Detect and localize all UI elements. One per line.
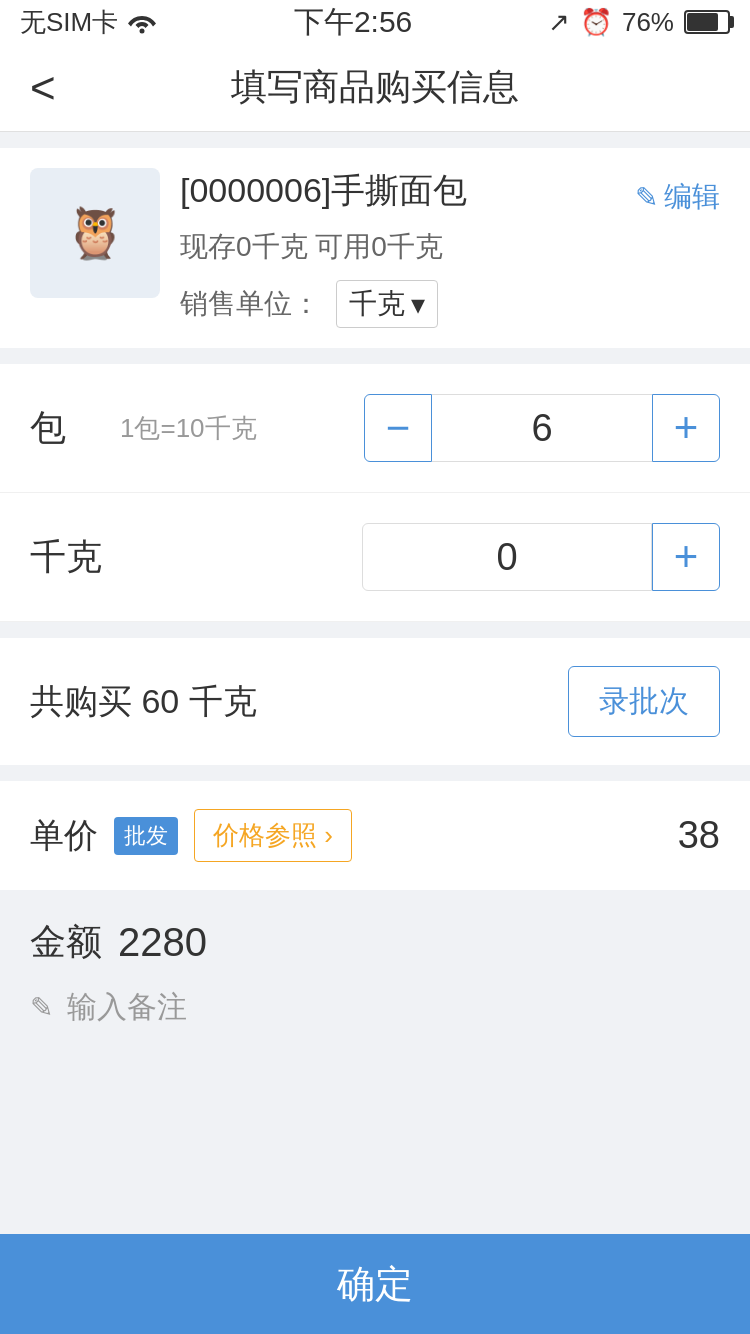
page-title: 填写商品购买信息 — [231, 63, 519, 112]
price-ref-button[interactable]: 价格参照 › — [194, 809, 352, 862]
carrier-text: 无SIM卡 — [20, 5, 118, 40]
summary-text: 共购买 60 千克 — [30, 679, 257, 725]
price-label: 单价 批发 价格参照 › — [30, 809, 352, 862]
price-section: 单价 批发 价格参照 › 38 — [0, 781, 750, 890]
amount-label: 金额 — [30, 918, 102, 967]
summary-section: 共购买 60 千克 录批次 — [0, 638, 750, 765]
product-unit-row: 销售单位： 千克 ▾ — [180, 280, 720, 328]
quantity-controls-kg: + — [362, 523, 720, 591]
plus-button-kg[interactable]: + — [652, 523, 720, 591]
remark-row[interactable]: ✎ 输入备注 — [30, 987, 720, 1028]
quantity-label-bao: 包 — [30, 404, 110, 453]
remark-placeholder: 输入备注 — [67, 987, 187, 1028]
status-right: ↗ ⏰ 76% — [548, 7, 730, 38]
quantity-section-bao: 包 1包=10千克 − + 千克 + — [0, 364, 750, 622]
svg-point-0 — [140, 29, 145, 34]
status-time: 下午2:56 — [294, 2, 412, 43]
back-button[interactable]: < — [30, 66, 56, 110]
status-bar: 无SIM卡 下午2:56 ↗ ⏰ 76% — [0, 0, 750, 44]
price-badge: 批发 — [114, 817, 178, 855]
unit-label: 销售单位： — [180, 285, 320, 323]
record-batch-button[interactable]: 录批次 — [568, 666, 720, 737]
quantity-row-kg: 千克 + — [0, 493, 750, 622]
product-image: 🦉 — [30, 168, 160, 298]
quantity-controls-bao: − + — [364, 394, 720, 462]
product-stock: 现存0千克 可用0千克 — [180, 228, 720, 266]
chevron-down-icon: ▾ — [411, 288, 425, 321]
location-icon: ↗ — [548, 7, 570, 38]
nav-bar: < 填写商品购买信息 — [0, 44, 750, 132]
price-value: 38 — [678, 814, 720, 857]
unit-value: 千克 — [349, 285, 405, 323]
product-logo-icon: 🦉 — [64, 204, 126, 262]
amount-row: 金额 2280 — [30, 918, 720, 967]
wifi-icon — [126, 10, 158, 34]
quantity-input-kg[interactable] — [362, 523, 652, 591]
plus-button-bao[interactable]: + — [652, 394, 720, 462]
edit-icon: ✎ — [635, 181, 658, 214]
edit-button[interactable]: ✎ 编辑 — [635, 178, 720, 216]
quantity-input-bao[interactable] — [432, 394, 652, 462]
quantity-label-kg: 千克 — [30, 533, 110, 582]
edit-label: 编辑 — [664, 178, 720, 216]
quantity-row-bao: 包 1包=10千克 − + — [0, 364, 750, 493]
product-section: 🦉 [0000006]手撕面包 现存0千克 可用0千克 销售单位： 千克 ▾ ✎… — [0, 148, 750, 348]
amount-value: 2280 — [118, 920, 207, 965]
status-carrier: 无SIM卡 — [20, 5, 158, 40]
confirm-button[interactable]: 确定 — [0, 1234, 750, 1334]
battery-percent: 76% — [622, 7, 674, 38]
amount-section: 金额 2280 ✎ 输入备注 — [0, 890, 750, 1038]
minus-button-bao[interactable]: − — [364, 394, 432, 462]
alarm-icon: ⏰ — [580, 7, 612, 38]
unit-select[interactable]: 千克 ▾ — [336, 280, 438, 328]
quantity-hint-bao: 1包=10千克 — [120, 411, 364, 446]
price-row: 单价 批发 价格参照 › 38 — [30, 809, 720, 862]
battery-icon — [684, 10, 730, 34]
pencil-icon: ✎ — [30, 991, 53, 1024]
price-text: 单价 — [30, 813, 98, 859]
